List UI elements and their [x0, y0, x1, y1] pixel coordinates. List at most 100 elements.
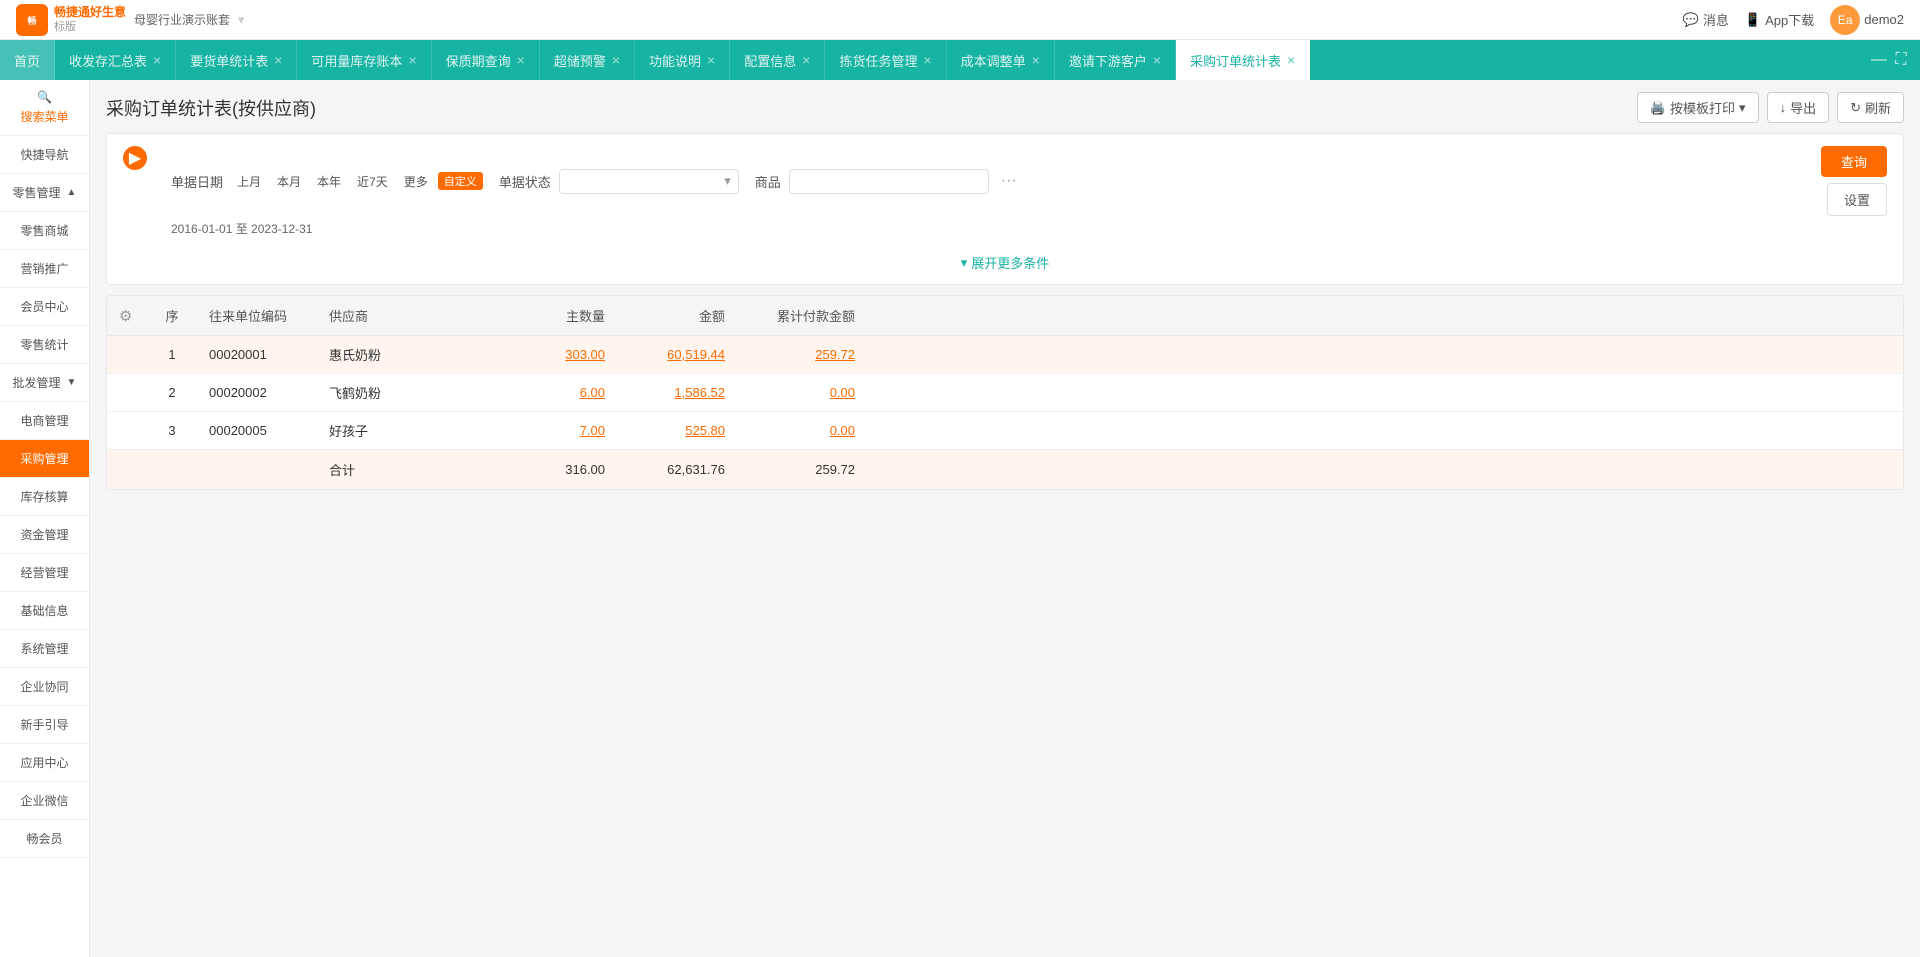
data-table: ⚙ 序 往来单位编码 供应商 主数量 金额 累计付款金额 1 [107, 296, 1903, 489]
goods-input[interactable] [789, 169, 989, 194]
window-controls: — ⛶ [1860, 53, 1920, 67]
custom-date-badge[interactable]: 自定义 [438, 172, 483, 190]
status-filter: 单据状态 [499, 169, 739, 194]
col-index-header: 序 [147, 296, 197, 336]
settings-button[interactable]: 设置 [1827, 183, 1887, 216]
logo-text: 畅捷通好生意 标版 [54, 5, 126, 35]
sidebar-item-app-center[interactable]: 应用中心 [0, 744, 89, 782]
shortcut-this-year[interactable]: 本年 [311, 171, 347, 192]
row-paid-cell[interactable]: 259.72 [737, 336, 867, 374]
row-index-cell: 2 [147, 374, 197, 412]
top-header: 畅 畅捷通好生意 标版 母婴行业演示账套 ▾ 💬 消息 📱 App下载 Ea d… [0, 0, 1920, 40]
expand-filters-button[interactable]: ▾ 展开更多条件 [961, 253, 1050, 272]
sidebar-item-purchase-mgmt[interactable]: 采购管理 [0, 440, 89, 478]
sidebar-item-enterprise-collab[interactable]: 企业协同 [0, 668, 89, 706]
col-amount-header: 金额 [617, 296, 737, 336]
row-amount-cell[interactable]: 60,519.44 [617, 336, 737, 374]
close-icon[interactable]: × [1032, 52, 1040, 68]
row-paid-cell[interactable]: 0.00 [737, 412, 867, 450]
dropdown-arrow-icon: ▾ [1739, 100, 1746, 116]
query-button[interactable]: 查询 [1821, 146, 1887, 177]
tab-config-info[interactable]: 配置信息 × [730, 40, 825, 80]
row-paid-cell[interactable]: 0.00 [737, 374, 867, 412]
sidebar-item-search[interactable]: 🔍 搜索菜单 [0, 80, 89, 136]
main-layout: 🔍 搜索菜单 快捷导航 零售管理 ▲ 零售商城 营销推广 会员中心 零售统计 批… [0, 80, 1920, 957]
tab-receivables-summary[interactable]: 收发存汇总表 × [55, 40, 176, 80]
shortcut-7days[interactable]: 近7天 [351, 171, 394, 192]
row-qty-cell[interactable]: 6.00 [517, 374, 617, 412]
table-body: 1 00020001 惠氏奶粉 303.00 60,519.44 259.72 … [107, 336, 1903, 450]
maximize-button[interactable]: ⛶ [1894, 53, 1908, 67]
status-label: 单据状态 [499, 172, 551, 191]
close-icon[interactable]: × [923, 52, 931, 68]
nav-tabs-bar: 首页 收发存汇总表 × 要货单统计表 × 可用量库存账本 × 保质期查询 × 超… [0, 40, 1920, 80]
tab-purchase-summary[interactable]: 采购订单统计表 × [1176, 40, 1310, 80]
close-icon[interactable]: × [1153, 52, 1161, 68]
tab-order-stats[interactable]: 要货单统计表 × [176, 40, 297, 80]
sidebar-item-system-mgmt[interactable]: 系统管理 [0, 630, 89, 668]
refresh-button[interactable]: ↻ 刷新 [1837, 92, 1904, 123]
tab-cost-adjust[interactable]: 成本调整单 × [947, 40, 1055, 80]
logo-icon: 畅 [16, 4, 48, 36]
row-amount-cell[interactable]: 525.80 [617, 412, 737, 450]
table-row: 3 00020005 好孩子 7.00 525.80 0.00 [107, 412, 1903, 450]
print-button[interactable]: 🖨️ 按模板打印 ▾ [1637, 92, 1759, 123]
shortcut-last-month[interactable]: 上月 [231, 171, 267, 192]
title-actions: 🖨️ 按模板打印 ▾ ↓ 导出 ↻ 刷新 [1637, 92, 1904, 123]
close-icon[interactable]: × [707, 52, 715, 68]
tab-function-desc[interactable]: 功能说明 × [635, 40, 730, 80]
sidebar-item-retail-mall[interactable]: 零售商城 [0, 212, 89, 250]
close-icon[interactable]: × [612, 52, 620, 68]
tab-invite-downstream[interactable]: 邀请下游客户 × [1055, 40, 1176, 80]
row-index-cell: 3 [147, 412, 197, 450]
sidebar-item-inventory-check[interactable]: 库存核算 [0, 478, 89, 516]
close-icon[interactable]: × [408, 52, 416, 68]
tab-overstock-warning[interactable]: 超储预警 × [540, 40, 635, 80]
sidebar-item-new-guide[interactable]: 新手引导 [0, 706, 89, 744]
more-filters-row: ▾ 展开更多条件 [123, 245, 1887, 272]
tab-pick-task[interactable]: 拣货任务管理 × [825, 40, 946, 80]
row-index-cell: 1 [147, 336, 197, 374]
row-supplier-cell: 飞鹤奶粉 [317, 374, 517, 412]
column-settings-icon[interactable]: ⚙ [119, 308, 132, 325]
more-options-icon[interactable]: ··· [1001, 172, 1017, 190]
page-title-bar: 采购订单统计表(按供应商) 🖨️ 按模板打印 ▾ ↓ 导出 ↻ 刷新 [106, 92, 1904, 123]
close-icon[interactable]: × [1287, 52, 1295, 68]
row-qty-cell[interactable]: 7.00 [517, 412, 617, 450]
tab-expiry-query[interactable]: 保质期查询 × [432, 40, 540, 80]
row-settings-cell [107, 412, 147, 450]
close-icon[interactable]: × [517, 52, 525, 68]
sidebar-item-member-center[interactable]: 会员中心 [0, 288, 89, 326]
shortcut-more[interactable]: 更多 [398, 171, 434, 192]
close-icon[interactable]: × [274, 52, 282, 68]
expand-icon: ▾ [961, 255, 968, 271]
shortcut-this-month[interactable]: 本月 [271, 171, 307, 192]
user-profile[interactable]: Ea demo2 [1830, 5, 1904, 35]
status-select[interactable] [559, 169, 739, 194]
sidebar-item-wholesale-mgmt[interactable]: 批发管理 ▼ [0, 364, 89, 402]
filter-toggle-button[interactable]: ▶ [123, 146, 147, 170]
sidebar-item-enterprise-wechat[interactable]: 企业微信 [0, 782, 89, 820]
header-right: 💬 消息 📱 App下载 Ea demo2 [1683, 5, 1904, 35]
sidebar-item-chang-member[interactable]: 畅会员 [0, 820, 89, 858]
export-icon: ↓ [1780, 100, 1787, 115]
row-qty-cell[interactable]: 303.00 [517, 336, 617, 374]
row-amount-cell[interactable]: 1,586.52 [617, 374, 737, 412]
sidebar-item-operation-mgmt[interactable]: 经营管理 [0, 554, 89, 592]
tab-available-inventory[interactable]: 可用量库存账本 × [297, 40, 431, 80]
app-download-button[interactable]: 📱 App下载 [1745, 10, 1814, 29]
sidebar-item-basic-info[interactable]: 基础信息 [0, 592, 89, 630]
export-button[interactable]: ↓ 导出 [1767, 92, 1830, 123]
sidebar-item-ecommerce-mgmt[interactable]: 电商管理 [0, 402, 89, 440]
minimize-button[interactable]: — [1872, 53, 1886, 67]
sidebar-item-marketing[interactable]: 营销推广 [0, 250, 89, 288]
sidebar-item-retail-mgmt[interactable]: 零售管理 ▲ [0, 174, 89, 212]
sidebar-item-finance-mgmt[interactable]: 资金管理 [0, 516, 89, 554]
tab-home[interactable]: 首页 [0, 40, 55, 80]
col-settings-header: ⚙ [107, 296, 147, 336]
sidebar-item-retail-stats[interactable]: 零售统计 [0, 326, 89, 364]
close-icon[interactable]: × [802, 52, 810, 68]
sidebar-item-quick-nav[interactable]: 快捷导航 [0, 136, 89, 174]
messages-button[interactable]: 💬 消息 [1683, 10, 1729, 29]
close-icon[interactable]: × [153, 52, 161, 68]
